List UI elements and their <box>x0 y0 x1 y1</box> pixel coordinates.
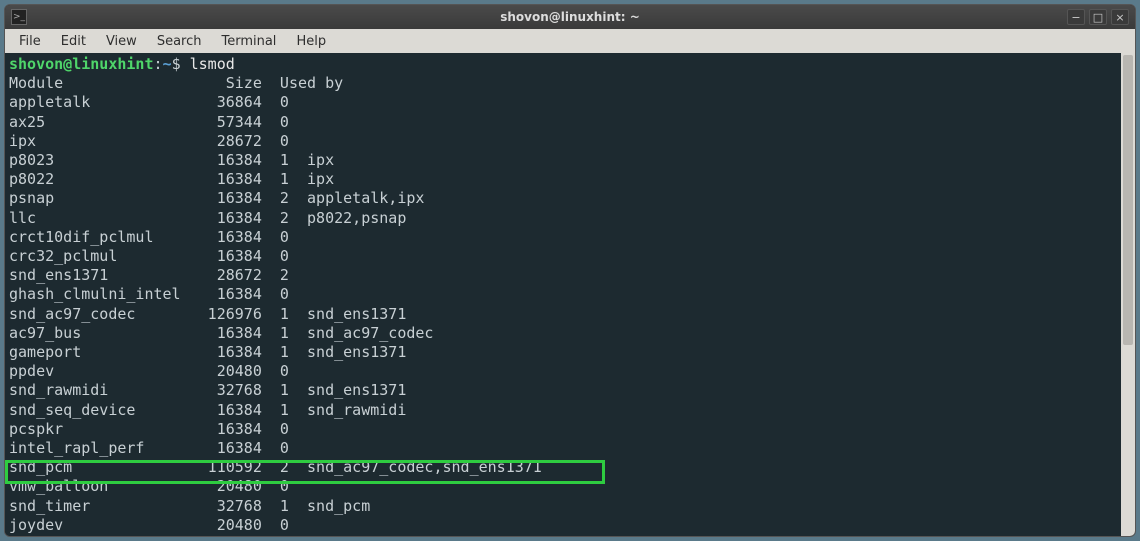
terminal-window: >_ shovon@linuxhint: ~ − □ × File Edit V… <box>4 4 1136 537</box>
terminal-icon: >_ <box>11 9 27 25</box>
menu-view[interactable]: View <box>96 31 147 52</box>
lsmod-row: intel_rapl_perf 16384 0 <box>9 439 1131 458</box>
close-button[interactable]: × <box>1111 9 1129 25</box>
lsmod-row: llc 16384 2 p8022,psnap <box>9 209 1131 228</box>
lsmod-row: ac97_bus 16384 1 snd_ac97_codec <box>9 324 1131 343</box>
menu-edit[interactable]: Edit <box>51 31 96 52</box>
command-text: lsmod <box>190 55 235 73</box>
lsmod-row: ppdev 20480 0 <box>9 362 1131 381</box>
lsmod-row: snd_ens1371 28672 2 <box>9 266 1131 285</box>
window-controls: − □ × <box>1067 9 1129 25</box>
prompt-path: ~ <box>163 55 172 73</box>
lsmod-row: snd_seq_device 16384 1 snd_rawmidi <box>9 401 1131 420</box>
terminal-output[interactable]: shovon@linuxhint:~$ lsmodModule Size Use… <box>5 53 1135 536</box>
prompt-user-host: shovon@linuxhint <box>9 55 154 73</box>
lsmod-row: ghash_clmulni_intel 16384 0 <box>9 285 1131 304</box>
menu-file[interactable]: File <box>9 31 51 52</box>
scrollbar-thumb[interactable] <box>1123 55 1133 345</box>
lsmod-row: vmw_balloon 20480 0 <box>9 477 1131 496</box>
lsmod-row: ipx 28672 0 <box>9 132 1131 151</box>
lsmod-row: snd_pcm 110592 2 snd_ac97_codec,snd_ens1… <box>9 458 1131 477</box>
lsmod-row: joydev 20480 0 <box>9 516 1131 535</box>
titlebar[interactable]: >_ shovon@linuxhint: ~ − □ × <box>5 5 1135 29</box>
lsmod-row: p8023 16384 1 ipx <box>9 151 1131 170</box>
lsmod-row: psnap 16384 2 appletalk,ipx <box>9 189 1131 208</box>
menu-terminal[interactable]: Terminal <box>211 31 286 52</box>
lsmod-row: pcspkr 16384 0 <box>9 420 1131 439</box>
prompt-dollar: $ <box>172 55 190 73</box>
lsmod-row: snd_rawmidi 32768 1 snd_ens1371 <box>9 381 1131 400</box>
lsmod-row: ax25 57344 0 <box>9 113 1131 132</box>
lsmod-header: Module Size Used by <box>9 74 1131 93</box>
lsmod-row: gameport 16384 1 snd_ens1371 <box>9 343 1131 362</box>
lsmod-row: crc32_pclmul 16384 0 <box>9 247 1131 266</box>
menu-search[interactable]: Search <box>147 31 212 52</box>
lsmod-row: appletalk 36864 0 <box>9 93 1131 112</box>
prompt-separator: : <box>154 55 163 73</box>
minimize-button[interactable]: − <box>1067 9 1085 25</box>
lsmod-row: snd_timer 32768 1 snd_pcm <box>9 497 1131 516</box>
scrollbar[interactable] <box>1121 53 1135 536</box>
window-title: shovon@linuxhint: ~ <box>500 10 640 24</box>
menu-help[interactable]: Help <box>286 31 336 52</box>
maximize-button[interactable]: □ <box>1089 9 1107 25</box>
lsmod-row: crct10dif_pclmul 16384 0 <box>9 228 1131 247</box>
lsmod-row: snd_ac97_codec 126976 1 snd_ens1371 <box>9 305 1131 324</box>
prompt-line: shovon@linuxhint:~$ lsmod <box>9 55 1131 74</box>
menubar: File Edit View Search Terminal Help <box>5 29 1135 53</box>
lsmod-row: p8022 16384 1 ipx <box>9 170 1131 189</box>
